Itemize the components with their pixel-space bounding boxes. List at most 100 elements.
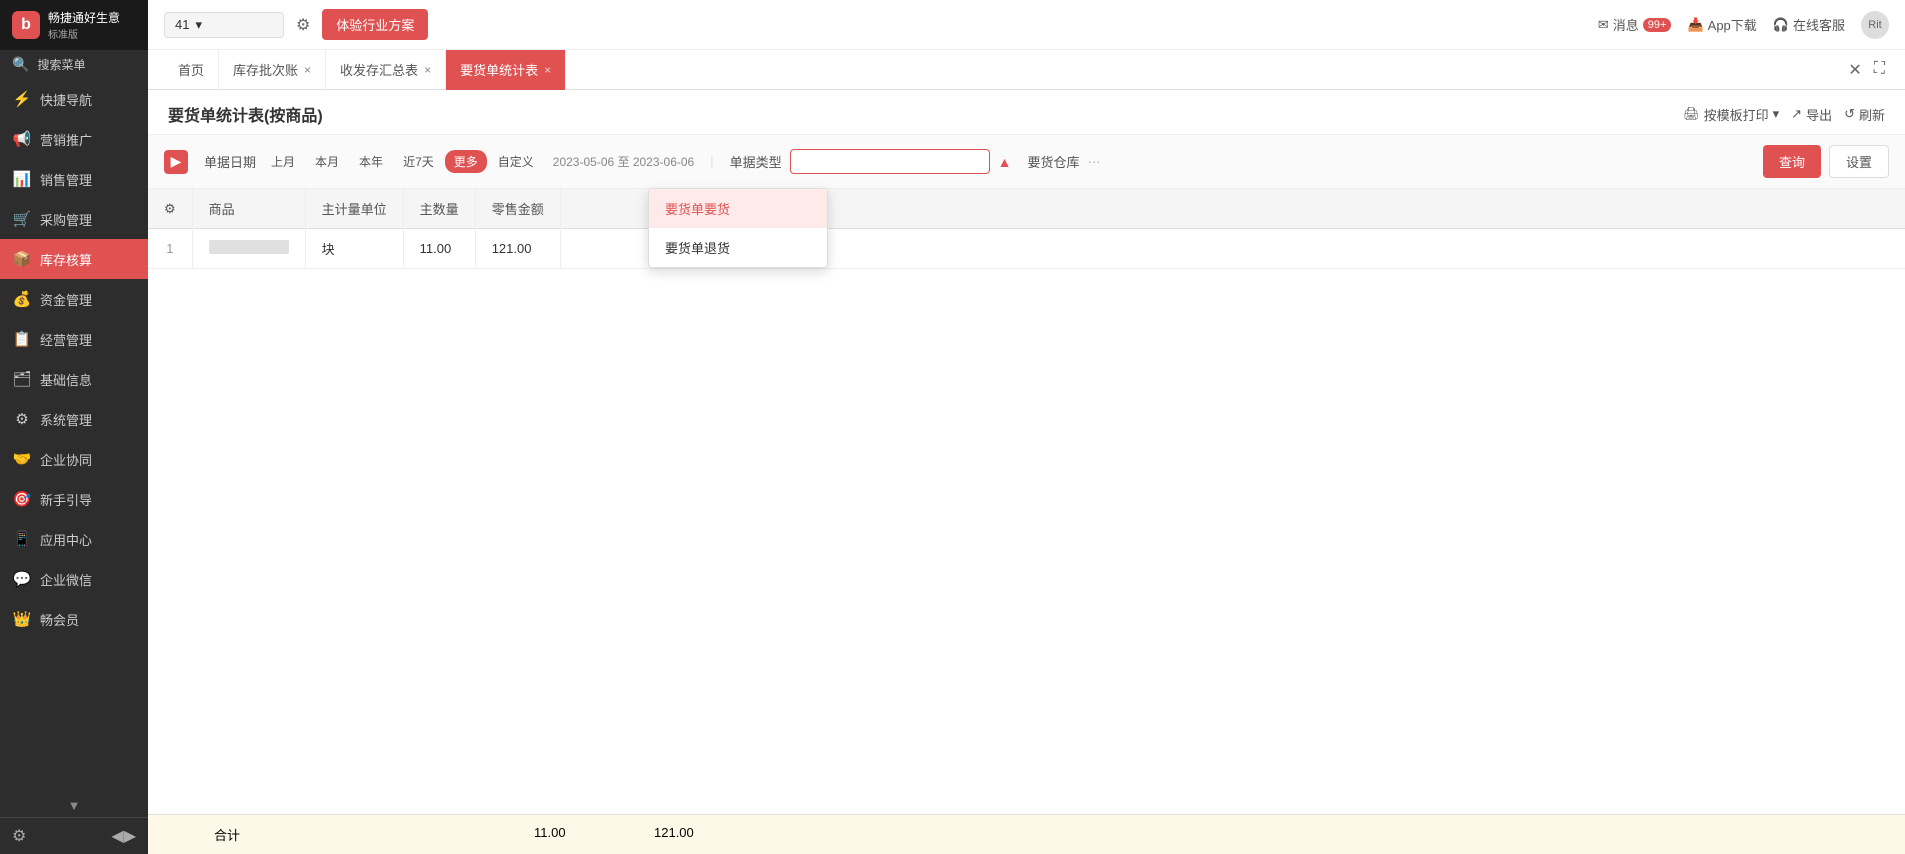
main-content: 41 ▾ ⚙ 体验行业方案 ✉ 消息 99+ 📥 App下载 🎧 在线客服 Ri… (148, 0, 1905, 854)
row-product (192, 229, 305, 269)
filter-date-label: 单据日期 (204, 152, 256, 171)
export-icon: ↗ (1791, 106, 1802, 122)
sidebar-item-basics[interactable]: 🗂 基础信息 (0, 359, 148, 399)
tabs-controls: ✕ ⛶ (1844, 60, 1889, 80)
print-icon: 🖨 (1683, 106, 1700, 122)
tab-inventory-batch[interactable]: 库存批次账 × (219, 50, 326, 90)
topbar-gear-icon[interactable]: ⚙ (296, 15, 310, 35)
sidebar-item-finance[interactable]: 💰 资金管理 (0, 279, 148, 319)
sidebar-item-marketing[interactable]: 📢 营销推广 (0, 119, 148, 159)
page-content: 要货单统计表(按商品) 🖨 按模板打印 ▾ ↗ 导出 ↺ 刷新 ▶ (148, 90, 1905, 854)
tab-close-order-summary[interactable]: × (544, 63, 551, 77)
message-icon: ✉ (1598, 17, 1609, 33)
filter-date-more[interactable]: 更多 (445, 150, 487, 173)
sidebar-item-guide[interactable]: 🎯 新手引导 (0, 479, 148, 519)
filter-type-chevron-up-icon[interactable]: ▲ (998, 154, 1012, 170)
inventory-icon: 📦 (12, 249, 32, 269)
query-button[interactable]: 查询 (1763, 145, 1821, 178)
search-icon: 🔍 (12, 56, 29, 73)
filter-settings-button[interactable]: 设置 (1829, 145, 1889, 178)
dropdown-item-order-goods[interactable]: 要货单要货 (649, 189, 827, 228)
system-icon: ⚙ (12, 409, 32, 429)
sidebar-item-appstore[interactable]: 📱 应用中心 (0, 519, 148, 559)
close-all-tabs-button[interactable]: ✕ (1844, 60, 1865, 80)
col-unit: 主计量单位 (305, 189, 403, 229)
settings-icon[interactable]: ⚙ (12, 826, 26, 846)
col-product: 商品 (192, 189, 305, 229)
sidebar: b 畅捷通好生意 标准版 🔍 搜索菜单 ⚡ 快捷导航 📢 营销推广 📊 销售管理… (0, 0, 148, 854)
basics-icon: 🗂 (12, 369, 32, 389)
type-dropdown: 要货单要货 要货单退货 (648, 188, 828, 268)
sidebar-item-operations[interactable]: 📋 经营管理 (0, 319, 148, 359)
fullscreen-button[interactable]: ⛶ (1870, 60, 1889, 80)
column-settings-icon[interactable]: ⚙ (164, 201, 176, 216)
sidebar-item-inventory[interactable]: 📦 库存核算 (0, 239, 148, 279)
tab-receivable-summary[interactable]: 收发存汇总表 × (326, 50, 446, 90)
footer-label: 合计 (198, 825, 398, 844)
table-container: ⚙ 商品 主计量单位 主数量 零售金额 1 (148, 189, 1905, 814)
collapse-icon[interactable]: ◀▶ (111, 826, 136, 846)
member-icon: 👑 (12, 609, 32, 629)
filter-type-group: 单据类型 ▲ (730, 149, 1012, 174)
sidebar-item-member[interactable]: 👑 畅会员 (0, 599, 148, 639)
sidebar-item-purchase[interactable]: 🛒 采购管理 (0, 199, 148, 239)
filter-date-group: 单据日期 上月 本月 本年 近7天 更多 自定义 2023-05-06 至 20… (204, 149, 694, 174)
footer-quantity: 11.00 (518, 825, 638, 844)
topbar: 41 ▾ ⚙ 体验行业方案 ✉ 消息 99+ 📥 App下载 🎧 在线客服 Ri… (148, 0, 1905, 50)
sidebar-item-system[interactable]: ⚙ 系统管理 (0, 399, 148, 439)
row-unit: 块 (305, 229, 403, 269)
appstore-icon: 📱 (12, 529, 32, 549)
guide-icon: 🎯 (12, 489, 32, 509)
operations-icon: 📋 (12, 329, 32, 349)
topbar-right: ✉ 消息 99+ 📥 App下载 🎧 在线客服 Rit (1598, 11, 1889, 39)
sidebar-logo: b 畅捷通好生意 标准版 (0, 0, 148, 50)
messages-button[interactable]: ✉ 消息 99+ (1598, 15, 1672, 34)
purchase-icon: 🛒 (12, 209, 32, 229)
sidebar-nav: ⚡ 快捷导航 📢 营销推广 📊 销售管理 🛒 采购管理 📦 库存核算 💰 资金管… (0, 79, 148, 794)
tab-order-summary[interactable]: 要货单统计表 × (446, 50, 566, 90)
filter-expand-button[interactable]: ▶ (164, 150, 188, 174)
enterprise-icon: 🤝 (12, 449, 32, 469)
sidebar-item-enterprise[interactable]: 🤝 企业协同 (0, 439, 148, 479)
online-service-button[interactable]: 🎧 在线客服 (1773, 15, 1845, 34)
col-settings[interactable]: ⚙ (148, 189, 192, 229)
sidebar-scroll-down[interactable]: ▼ (0, 794, 148, 817)
company-selector[interactable]: 41 ▾ (164, 12, 284, 38)
filter-warehouse-more-icon[interactable]: ··· (1088, 154, 1101, 169)
sidebar-item-sales[interactable]: 📊 销售管理 (0, 159, 148, 199)
filter-type-input[interactable] (790, 149, 990, 174)
sidebar-footer: ⚙ ◀▶ (0, 817, 148, 854)
topbar-left: 41 ▾ ⚙ 体验行业方案 (164, 9, 428, 40)
wechat-icon: 💬 (12, 569, 32, 589)
search-menu[interactable]: 🔍 搜索菜单 (0, 50, 148, 79)
tab-home[interactable]: 首页 (164, 50, 219, 90)
row-num: 1 (148, 229, 192, 269)
row-amount: 121.00 (475, 229, 560, 269)
trial-button[interactable]: 体验行业方案 (322, 9, 428, 40)
tab-close-inventory-batch[interactable]: × (304, 63, 311, 77)
app-logo-icon: b (12, 11, 40, 39)
dropdown-item-return-goods[interactable]: 要货单退货 (649, 228, 827, 267)
marketing-icon: 📢 (12, 129, 32, 149)
tab-close-receivable-summary[interactable]: × (424, 63, 431, 77)
chevron-down-icon: ▾ (195, 17, 202, 33)
print-template-button[interactable]: 🖨 按模板打印 ▾ (1683, 105, 1779, 124)
filter-date-custom[interactable]: 自定义 (489, 149, 543, 174)
refresh-button[interactable]: ↺ 刷新 (1844, 105, 1885, 124)
filter-date-7days[interactable]: 近7天 (394, 149, 443, 174)
app-download-button[interactable]: 📥 App下载 (1687, 15, 1756, 34)
filter-bar: ▶ 单据日期 上月 本月 本年 近7天 更多 自定义 2023-05-06 至 … (148, 135, 1905, 189)
export-button[interactable]: ↗ 导出 (1791, 105, 1832, 124)
table-footer: 合计 11.00 121.00 (148, 814, 1905, 854)
finance-icon: 💰 (12, 289, 32, 309)
download-icon: 📥 (1687, 17, 1703, 33)
sidebar-item-wechat[interactable]: 💬 企业微信 (0, 559, 148, 599)
footer-amount: 121.00 (638, 825, 758, 844)
avatar[interactable]: Rit (1861, 11, 1889, 39)
filter-date-this-year[interactable]: 本年 (350, 149, 392, 174)
filter-actions: 查询 设置 (1763, 145, 1889, 178)
filter-date-last-month[interactable]: 上月 (262, 149, 304, 174)
filter-date-this-month[interactable]: 本月 (306, 149, 348, 174)
quick-nav-icon: ⚡ (12, 89, 32, 109)
sidebar-item-quick-nav[interactable]: ⚡ 快捷导航 (0, 79, 148, 119)
